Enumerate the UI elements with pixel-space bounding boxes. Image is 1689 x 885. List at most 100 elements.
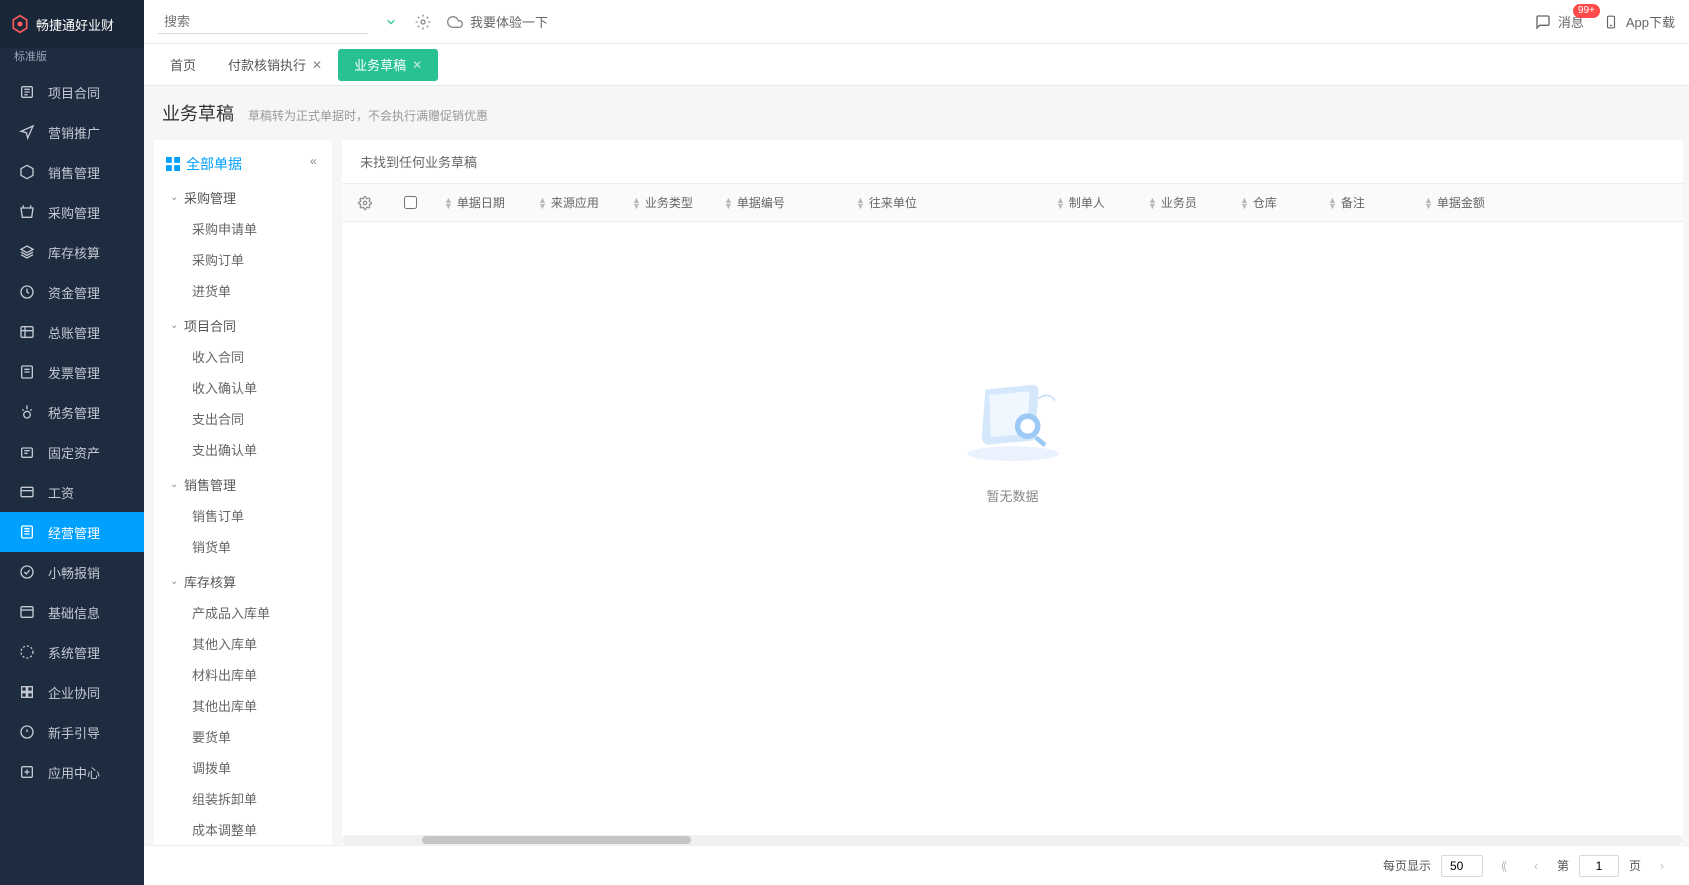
column-header[interactable]: ▲▼ 单据编号 [712,184,844,221]
main-area: 我要体验一下 消息 99+ App下载 首 [144,0,1689,885]
column-header[interactable]: ▲▼业务类型 [620,184,712,221]
tree-group-header[interactable]: ⌄项目合同 [162,310,324,341]
tree-item[interactable]: 其他入库单 [162,628,324,659]
per-page-select[interactable]: 50 [1441,855,1483,877]
search-dropdown-icon[interactable] [382,13,400,31]
tree-item[interactable]: 材料出库单 [162,659,324,690]
column-label: 往来单位 [869,194,917,211]
column-header[interactable]: ▲▼往来单位 [844,184,1044,221]
tree-group-header[interactable]: ⌄库存核算 [162,566,324,597]
page-subtitle: 草稿转为正式单据时，不会执行满赠促销优惠 [248,107,488,124]
menu-item-10[interactable]: 工资 [0,472,144,512]
tree-item[interactable]: 销售订单 [162,500,324,531]
menu-item-8[interactable]: 税务管理 [0,392,144,432]
menu-item-12[interactable]: 小畅报销 [0,552,144,592]
tab-1[interactable]: 付款核销执行✕ [212,49,338,81]
empty-state-icon [958,362,1068,472]
menu-icon [18,123,36,141]
column-header[interactable]: ▲▼单据金额 [1412,184,1502,221]
sidebar-menu: 项目合同营销推广销售管理采购管理库存核算资金管理总账管理发票管理税务管理固定资产… [0,72,144,885]
sort-icon: ▲▼ [724,197,733,209]
menu-item-9[interactable]: 固定资产 [0,432,144,472]
sort-icon: ▲▼ [444,197,453,209]
prev-page-button[interactable]: ‹ [1525,855,1547,877]
tree-group-header[interactable]: ⌄销售管理 [162,469,324,500]
tree-item[interactable]: 要货单 [162,721,324,752]
menu-item-4[interactable]: 库存核算 [0,232,144,272]
menu-item-label: 应用中心 [48,763,100,782]
tree-group-header[interactable]: ⌄采购管理 [162,182,324,213]
menu-item-label: 经营管理 [48,523,100,542]
menu-item-16[interactable]: 新手引导 [0,712,144,752]
search-input[interactable] [158,10,368,34]
gear-icon[interactable] [414,13,432,31]
menu-item-7[interactable]: 发票管理 [0,352,144,392]
experience-link[interactable]: 我要体验一下 [446,12,548,31]
table-settings-button[interactable] [342,184,388,221]
menu-item-15[interactable]: 企业协同 [0,672,144,712]
tab-0[interactable]: 首页 [154,49,212,81]
tree-item[interactable]: 调拨单 [162,752,324,783]
tree-item[interactable]: 收入确认单 [162,372,324,403]
tree-item[interactable]: 进货单 [162,275,324,306]
checkbox[interactable] [404,196,417,209]
menu-item-0[interactable]: 项目合同 [0,72,144,112]
tree-item[interactable]: 收入合同 [162,341,324,372]
collapse-tree-icon[interactable]: « [310,152,328,170]
page-prefix-label: 第 [1557,857,1569,874]
column-header[interactable]: ▲▼单据日期 [432,184,526,221]
sort-icon: ▲▼ [632,197,641,209]
column-header[interactable]: ▲▼来源应用 [526,184,620,221]
menu-item-1[interactable]: 营销推广 [0,112,144,152]
column-header[interactable]: ▲▼业务员 [1136,184,1228,221]
tree-item[interactable]: 支出确认单 [162,434,324,465]
menu-item-label: 工资 [48,483,74,502]
menu-item-3[interactable]: 采购管理 [0,192,144,232]
chevron-down-icon: ⌄ [170,479,180,490]
column-label: 来源应用 [551,194,599,211]
menu-icon [18,603,36,621]
horizontal-scrollbar[interactable] [342,835,1683,845]
menu-item-13[interactable]: 基础信息 [0,592,144,632]
column-header[interactable]: ▲▼备注 [1316,184,1412,221]
messages-link[interactable]: 消息 99+ [1534,12,1584,31]
tabs: 首页付款核销执行✕业务草稿✕ [144,44,1689,86]
close-icon[interactable]: ✕ [312,58,322,72]
menu-item-label: 库存核算 [48,243,100,262]
close-icon[interactable]: ✕ [412,58,422,72]
menu-icon [18,683,36,701]
column-label: 单据编号 [737,194,785,211]
menu-item-11[interactable]: 经营管理 [0,512,144,552]
column-header[interactable]: ▲▼制单人 [1044,184,1136,221]
select-all-checkbox[interactable] [388,184,432,221]
menu-item-17[interactable]: 应用中心 [0,752,144,792]
tree-item[interactable]: 销货单 [162,531,324,562]
tree-title[interactable]: 全部单据 [154,140,332,182]
menu-item-2[interactable]: 销售管理 [0,152,144,192]
tree-item[interactable]: 成本调整单 [162,814,324,845]
tree-item[interactable]: 支出合同 [162,403,324,434]
menu-icon [18,643,36,661]
menu-item-label: 企业协同 [48,683,100,702]
app-download-link[interactable]: App下载 [1602,12,1675,31]
menu-item-5[interactable]: 资金管理 [0,272,144,312]
app-download-label: App下载 [1626,12,1675,31]
menu-item-label: 固定资产 [48,443,100,462]
menu-icon [18,403,36,421]
tree-item[interactable]: 其他出库单 [162,690,324,721]
tree-item[interactable]: 产成品入库单 [162,597,324,628]
tree-item[interactable]: 采购订单 [162,244,324,275]
tree-title-label: 全部单据 [186,154,242,174]
tab-label: 首页 [170,55,196,74]
menu-item-6[interactable]: 总账管理 [0,312,144,352]
page-number-input[interactable] [1579,855,1619,877]
next-page-button[interactable]: › [1651,855,1673,877]
menu-item-14[interactable]: 系统管理 [0,632,144,672]
menu-icon [18,443,36,461]
column-label: 备注 [1341,194,1365,211]
tab-2[interactable]: 业务草稿✕ [338,49,438,81]
first-page-button[interactable]: ⟪ [1493,855,1515,877]
column-header[interactable]: ▲▼仓库 [1228,184,1316,221]
tree-item[interactable]: 采购申请单 [162,213,324,244]
tree-item[interactable]: 组装拆卸单 [162,783,324,814]
